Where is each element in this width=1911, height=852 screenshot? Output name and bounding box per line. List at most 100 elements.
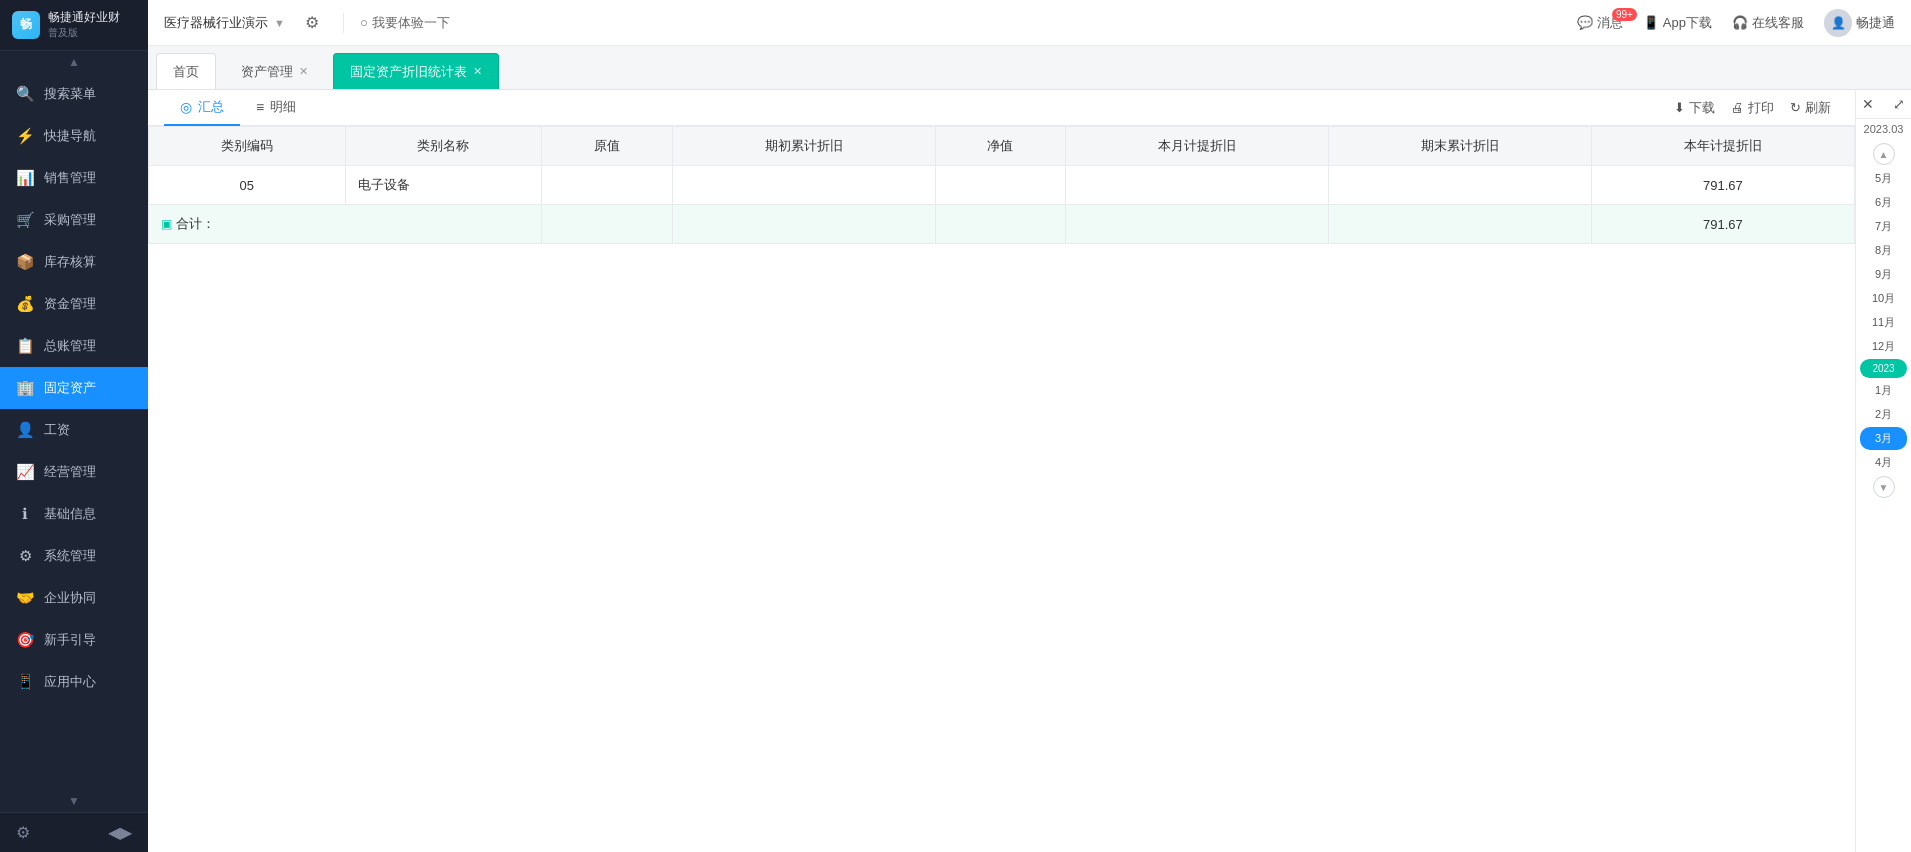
experience-button[interactable]: ○ 我要体验一下 xyxy=(360,14,450,32)
mobile-icon: 📱 xyxy=(16,673,34,691)
sidebar-scroll-down[interactable]: ▼ xyxy=(0,790,148,812)
settings-footer-icon[interactable]: ⚙ xyxy=(16,823,30,842)
sidebar-item-fixed-assets[interactable]: 🏢 固定资产 xyxy=(0,367,148,409)
summary-tab-icon: ◎ xyxy=(180,99,192,115)
timeline-month-2[interactable]: 2月 xyxy=(1860,403,1907,426)
collapse-sidebar-icon[interactable]: ◀▶ xyxy=(108,823,132,842)
timeline-month-8[interactable]: 8月 xyxy=(1860,239,1907,262)
timeline-month-1[interactable]: 1月 xyxy=(1860,379,1907,402)
asset-mgmt-tab-close[interactable]: ✕ xyxy=(299,65,308,78)
sidebar-item-purchase[interactable]: 🛒 采购管理 xyxy=(0,199,148,241)
home-tab-label: 首页 xyxy=(173,63,199,81)
sidebar-item-enterprise[interactable]: 🤝 企业协同 xyxy=(0,577,148,619)
cart-icon: 🛒 xyxy=(16,211,34,229)
sidebar-item-payroll[interactable]: 👤 工资 xyxy=(0,409,148,451)
sidebar-item-basic-info[interactable]: ℹ 基础信息 xyxy=(0,493,148,535)
timeline-month-5[interactable]: 5月 xyxy=(1860,167,1907,190)
tab-depreciation[interactable]: 固定资产折旧统计表 ✕ xyxy=(333,53,499,89)
download-button[interactable]: ⬇ 下载 xyxy=(1666,95,1723,121)
handshake-icon: 🤝 xyxy=(16,589,34,607)
col-original-value: 原值 xyxy=(542,127,672,166)
topbar-settings-icon[interactable]: ⚙ xyxy=(297,8,327,38)
sidebar-item-label: 快捷导航 xyxy=(44,127,96,145)
sidebar-item-app-center[interactable]: 📱 应用中心 xyxy=(0,661,148,703)
sidebar-item-label: 应用中心 xyxy=(44,673,96,691)
timeline-month-10[interactable]: 10月 xyxy=(1860,287,1907,310)
app-edition: 普及版 xyxy=(48,26,120,40)
sub-tab-detail[interactable]: ≡ 明细 xyxy=(240,90,312,126)
topbar-right: 💬 消息 99+ 📱 App下载 🎧 在线客服 👤 畅捷通 xyxy=(1577,9,1895,37)
cell-code: 05 xyxy=(149,166,346,205)
sidebar-scroll-up[interactable]: ▲ xyxy=(0,51,148,73)
timeline-month-9[interactable]: 9月 xyxy=(1860,263,1907,286)
download-label: 下载 xyxy=(1689,99,1715,117)
person-icon: 👤 xyxy=(16,421,34,439)
user-profile-button[interactable]: 👤 畅捷通 xyxy=(1824,9,1895,37)
timeline-month-3[interactable]: 3月 xyxy=(1860,427,1907,450)
panel-expand-icon[interactable]: ⤢ xyxy=(1893,96,1905,112)
sidebar-item-search[interactable]: 🔍 搜索菜单 xyxy=(0,73,148,115)
message-badge: 99+ xyxy=(1612,8,1637,21)
print-icon: 🖨 xyxy=(1731,100,1744,115)
col-annual-depreciation: 本年计提折旧 xyxy=(1591,127,1854,166)
lightning-icon: ⚡ xyxy=(16,127,34,145)
right-panel-title: 2023.03 xyxy=(1864,119,1904,137)
chart-icon: 📊 xyxy=(16,169,34,187)
sidebar-item-operations[interactable]: 📈 经营管理 xyxy=(0,451,148,493)
company-name: 医疗器械行业演示 xyxy=(164,14,268,32)
box-icon: 📦 xyxy=(16,253,34,271)
avatar: 👤 xyxy=(1824,9,1852,37)
table-summary-row: ▣合计： 791.67 xyxy=(149,205,1855,244)
content-area: ◎ 汇总 ≡ 明细 ⬇ 下载 🖨 打印 ↻ 刷新 xyxy=(148,90,1911,852)
sidebar-item-system[interactable]: ⚙ 系统管理 xyxy=(0,535,148,577)
timeline-month-7[interactable]: 7月 xyxy=(1860,215,1907,238)
table-row: 05 电子设备 791.67 xyxy=(149,166,1855,205)
cell-net-value xyxy=(935,166,1065,205)
cell-beginning-depreciation xyxy=(672,166,935,205)
topbar-divider xyxy=(343,13,344,33)
timeline-month-4[interactable]: 4月 xyxy=(1860,451,1907,474)
sidebar-item-label: 采购管理 xyxy=(44,211,96,229)
sidebar-item-inventory[interactable]: 📦 库存核算 xyxy=(0,241,148,283)
sidebar-item-guide[interactable]: 🎯 新手引导 xyxy=(0,619,148,661)
sidebar-item-finance[interactable]: 💰 资金管理 xyxy=(0,283,148,325)
refresh-button[interactable]: ↻ 刷新 xyxy=(1782,95,1839,121)
timeline-nav-up[interactable]: ▲ xyxy=(1873,143,1895,165)
online-service-button[interactable]: 🎧 在线客服 xyxy=(1732,14,1804,32)
sidebar-header: 畅 畅捷通好业财 普及版 xyxy=(0,0,148,51)
timeline-nav-down[interactable]: ▼ xyxy=(1873,476,1895,498)
sidebar-footer: ⚙ ◀▶ xyxy=(0,812,148,852)
tab-home[interactable]: 首页 xyxy=(156,53,216,89)
cell-annual-depreciation: 791.67 xyxy=(1591,166,1854,205)
refresh-label: 刷新 xyxy=(1805,99,1831,117)
detail-tab-label: 明细 xyxy=(270,98,296,116)
timeline-year-2023[interactable]: 2023 xyxy=(1860,359,1907,378)
tab-asset-mgmt[interactable]: 资产管理 ✕ xyxy=(224,53,325,89)
print-button[interactable]: 🖨 打印 xyxy=(1723,95,1782,121)
sidebar-item-label: 销售管理 xyxy=(44,169,96,187)
table-container: 类别编码 类别名称 原值 期初累计折旧 净值 本月计提折旧 期末累计折旧 本年计… xyxy=(148,126,1855,852)
timeline: ▲ 5月 6月 7月 8月 9月 10月 11月 12月 2023 1月 2月 … xyxy=(1856,137,1911,852)
timeline-month-12[interactable]: 12月 xyxy=(1860,335,1907,358)
print-label: 打印 xyxy=(1748,99,1774,117)
sidebar-item-label: 库存核算 xyxy=(44,253,96,271)
col-name: 类别名称 xyxy=(345,127,542,166)
sub-tab-summary[interactable]: ◎ 汇总 xyxy=(164,90,240,126)
panel-close-icon[interactable]: ✕ xyxy=(1862,96,1874,112)
col-monthly-depreciation: 本月计提折旧 xyxy=(1065,127,1328,166)
message-button[interactable]: 💬 消息 99+ xyxy=(1577,14,1623,32)
sidebar-item-quick-nav[interactable]: ⚡ 快捷导航 xyxy=(0,115,148,157)
timeline-month-11[interactable]: 11月 xyxy=(1860,311,1907,334)
sidebar-item-label: 总账管理 xyxy=(44,337,96,355)
sidebar-item-label: 系统管理 xyxy=(44,547,96,565)
depreciation-tab-close[interactable]: ✕ xyxy=(473,65,482,78)
search-icon: 🔍 xyxy=(16,85,34,103)
app-download-button[interactable]: 📱 App下载 xyxy=(1643,14,1712,32)
sidebar-item-ledger[interactable]: 📋 总账管理 xyxy=(0,325,148,367)
page-content: ◎ 汇总 ≡ 明细 ⬇ 下载 🖨 打印 ↻ 刷新 xyxy=(148,90,1855,852)
timeline-month-6[interactable]: 6月 xyxy=(1860,191,1907,214)
company-selector[interactable]: 医疗器械行业演示 ▼ xyxy=(164,14,285,32)
experience-icon: ○ xyxy=(360,15,368,30)
depreciation-tab-label: 固定资产折旧统计表 xyxy=(350,63,467,81)
sidebar-item-sales[interactable]: 📊 销售管理 xyxy=(0,157,148,199)
